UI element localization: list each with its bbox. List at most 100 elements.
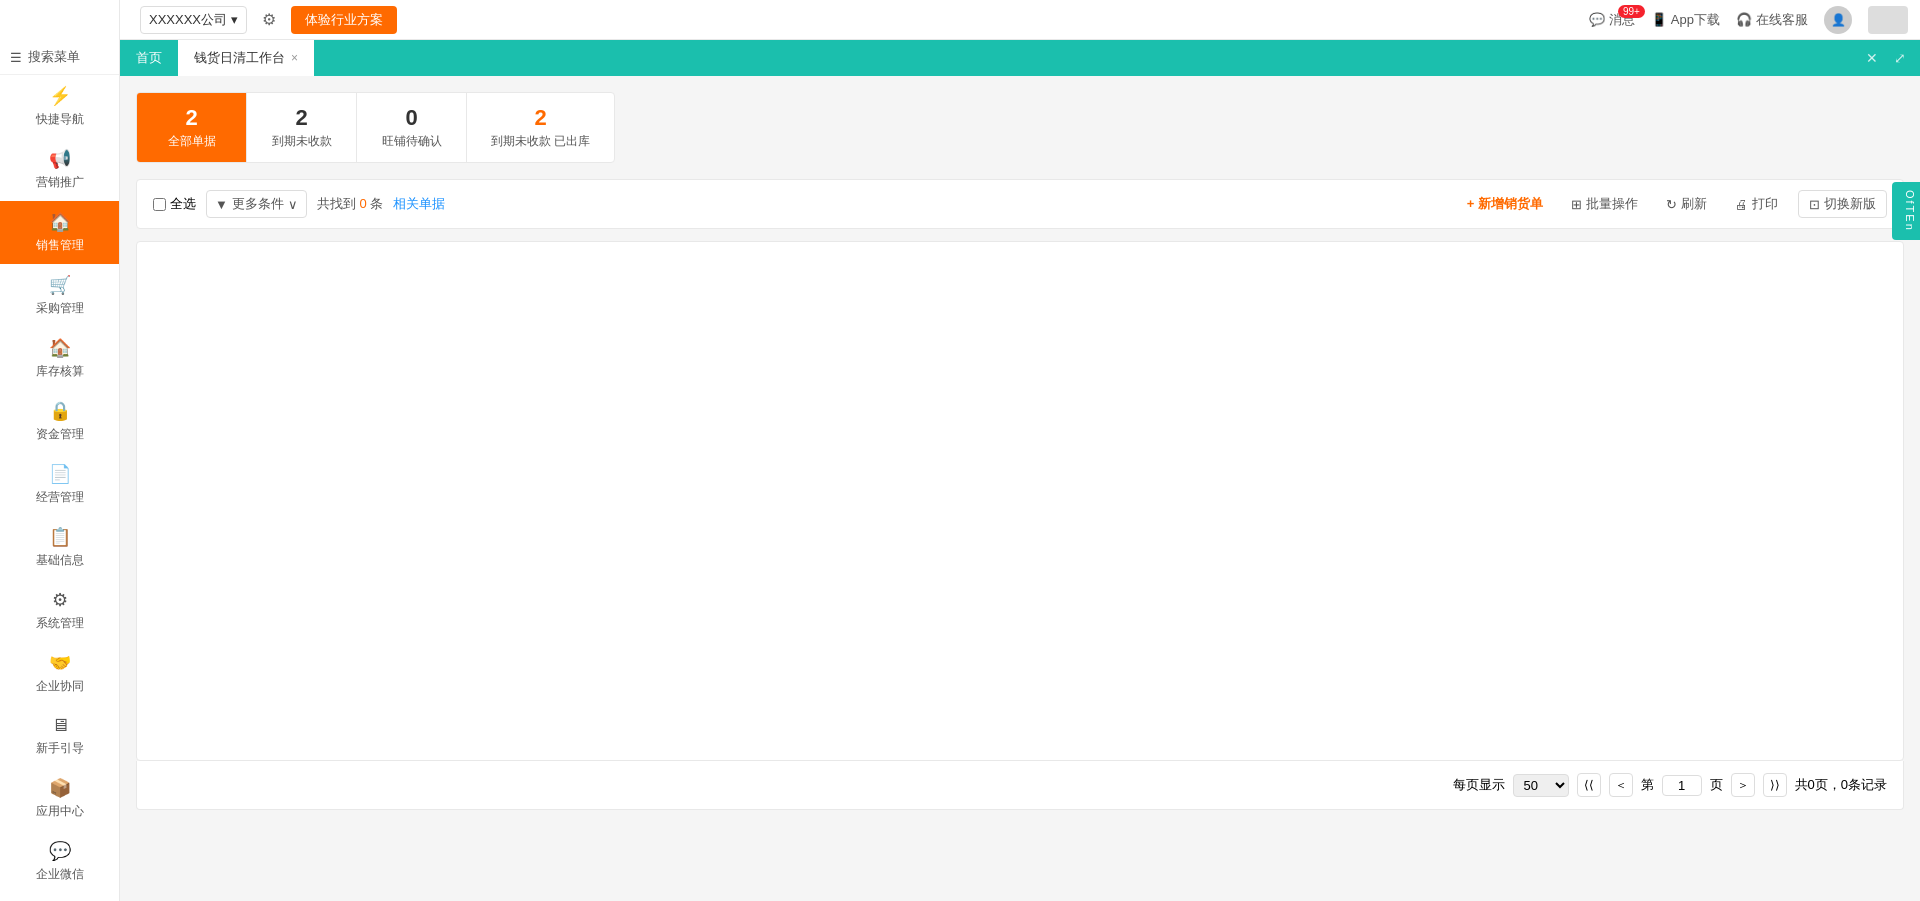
finance-label: 资金管理: [36, 426, 84, 443]
batch-icon: ⊞: [1571, 197, 1582, 212]
sidebar-item-guide[interactable]: 🖥 新手引导: [0, 705, 119, 767]
app-download-label: App下载: [1671, 11, 1720, 29]
prev-page-btn[interactable]: ＜: [1609, 773, 1633, 797]
company-selector[interactable]: XXXXXX公司 ▾: [140, 6, 247, 34]
inventory-icon: 🏠: [49, 337, 71, 359]
stat-tab-all[interactable]: 2 全部单据: [137, 93, 247, 162]
sidebar-item-purchase[interactable]: 🛒 采购管理: [0, 264, 119, 327]
message-icon: 💬: [1589, 12, 1605, 27]
enterprise-icon: 🤝: [49, 652, 71, 674]
sidebar-item-inventory[interactable]: 🏠 库存核算: [0, 327, 119, 390]
online-service-action[interactable]: 🎧 在线客服: [1736, 11, 1808, 29]
select-all-checkbox[interactable]: 全选: [153, 195, 196, 213]
switch-button[interactable]: ⊡ 切换新版: [1798, 190, 1887, 218]
batch-label: 批量操作: [1586, 195, 1638, 213]
stat-tab-due-unpaid[interactable]: 2 到期未收款: [247, 93, 357, 162]
refresh-icon: ↻: [1666, 197, 1677, 212]
home-tab[interactable]: 首页: [120, 40, 178, 76]
stat-num-all: 2: [161, 105, 222, 131]
sidebar-item-member[interactable]: V 畅会员: [0, 893, 119, 901]
first-page-btn[interactable]: ⟨⟨: [1577, 773, 1601, 797]
result-unit: 条: [370, 196, 383, 211]
page-input[interactable]: [1662, 775, 1702, 796]
sidebar-item-basic-info[interactable]: 📋 基础信息: [0, 516, 119, 579]
stat-label-wangpu: 旺铺待确认: [381, 133, 442, 150]
system-label: 系统管理: [36, 615, 84, 632]
next-page-btn[interactable]: ＞: [1731, 773, 1755, 797]
app-download-action[interactable]: 📱 App下载: [1651, 11, 1720, 29]
stat-label-all: 全部单据: [161, 133, 222, 150]
sidebar: ☰ 搜索菜单 ⚡ 快捷导航 📢 营销推广 🏠 销售管理 🛒 采购管理 🏠 库存核…: [0, 0, 120, 901]
quick-nav-icon: ⚡: [49, 85, 71, 107]
toolbar-left: 全选 ▼ 更多条件 ∨ 共找到 0 条 相关单据: [153, 190, 1447, 218]
settings-icon[interactable]: ⚙: [255, 6, 283, 34]
page-label-suffix: 页: [1710, 776, 1723, 794]
result-text: 共找到 0 条: [317, 195, 383, 213]
related-link[interactable]: 相关单据: [393, 195, 445, 213]
sales-icon: 🏠: [49, 211, 71, 233]
company-name: XXXXXX公司: [149, 11, 227, 29]
select-all-label: 全选: [170, 195, 196, 213]
header-right: 💬 消息 99+ 📱 App下载 🎧 在线客服 👤: [1589, 6, 1908, 34]
per-page-label: 每页显示: [1453, 776, 1505, 794]
wechat-label: 企业微信: [36, 866, 84, 883]
main-content: 2 全部单据 2 到期未收款 0 旺铺待确认 2 到期未收款 已出库 全选 ▼ …: [120, 76, 1920, 901]
avatar[interactable]: 👤: [1824, 6, 1852, 34]
add-button[interactable]: + 新增销货单: [1459, 191, 1551, 217]
experience-button[interactable]: 体验行业方案: [291, 6, 397, 34]
stat-label-due-unpaid: 到期未收款: [271, 133, 332, 150]
batch-button[interactable]: ⊞ 批量操作: [1563, 191, 1646, 217]
sidebar-item-sales[interactable]: 🏠 销售管理: [0, 201, 119, 264]
stat-num-due-out: 2: [491, 105, 590, 131]
minimize-btn[interactable]: ✕: [1860, 46, 1884, 70]
sidebar-item-finance[interactable]: 🔒 资金管理: [0, 390, 119, 453]
refresh-button[interactable]: ↻ 刷新: [1658, 191, 1715, 217]
refresh-label: 刷新: [1681, 195, 1707, 213]
last-page-btn[interactable]: ⟩⟩: [1763, 773, 1787, 797]
maximize-btn[interactable]: ⤢: [1888, 46, 1912, 70]
stat-tab-wangpu[interactable]: 0 旺铺待确认: [357, 93, 467, 162]
close-tab-icon[interactable]: ×: [291, 51, 298, 65]
switch-icon: ⊡: [1809, 197, 1820, 212]
basic-info-label: 基础信息: [36, 552, 84, 569]
sales-label: 销售管理: [36, 237, 84, 254]
guide-label: 新手引导: [36, 740, 84, 757]
page-size-select[interactable]: 50 100 200: [1513, 774, 1569, 797]
search-menu[interactable]: ☰ 搜索菜单: [0, 40, 119, 75]
filter-icon: ▼: [215, 197, 228, 212]
sidebar-item-quick-nav[interactable]: ⚡ 快捷导航: [0, 75, 119, 138]
active-tab[interactable]: 钱货日清工作台 ×: [178, 40, 314, 76]
filter-label: 更多条件: [232, 195, 284, 213]
filter-button[interactable]: ▼ 更多条件 ∨: [206, 190, 307, 218]
message-badge: 99+: [1618, 5, 1645, 18]
purchase-icon: 🛒: [49, 274, 71, 296]
app-center-label: 应用中心: [36, 803, 84, 820]
search-icon: ☰: [10, 50, 22, 65]
home-tab-label: 首页: [136, 49, 162, 67]
print-label: 打印: [1752, 195, 1778, 213]
sidebar-item-marketing[interactable]: 📢 营销推广: [0, 138, 119, 201]
finance-icon: 🔒: [49, 400, 71, 422]
headset-icon: 🎧: [1736, 12, 1752, 27]
pagination-bar: 每页显示 50 100 200 ⟨⟨ ＜ 第 页 ＞ ⟩⟩ 共0页，0条记录: [136, 761, 1904, 810]
result-prefix: 共找到: [317, 196, 356, 211]
stat-label-due-out: 到期未收款 已出库: [491, 133, 590, 150]
sidebar-item-operation[interactable]: 📄 经营管理: [0, 453, 119, 516]
toolbar: 全选 ▼ 更多条件 ∨ 共找到 0 条 相关单据 + 新增销货单 ⊞ 批量操作 …: [136, 179, 1904, 229]
stat-tab-due-out[interactable]: 2 到期未收款 已出库: [467, 93, 614, 162]
nav-tabs-bar: 首页 钱货日清工作台 × ✕ ⤢: [120, 40, 1920, 76]
message-action[interactable]: 💬 消息 99+: [1589, 11, 1635, 29]
sidebar-item-app-center[interactable]: 📦 应用中心: [0, 767, 119, 830]
switch-label: 切换新版: [1824, 195, 1876, 213]
sidebar-item-wechat[interactable]: 💬 企业微信: [0, 830, 119, 893]
enterprise-label: 企业协同: [36, 678, 84, 695]
often-tag[interactable]: OfTEn: [1892, 182, 1920, 240]
nav-tab-actions: ✕ ⤢: [1860, 40, 1920, 76]
print-button[interactable]: 🖨 打印: [1727, 191, 1786, 217]
online-service-label: 在线客服: [1756, 11, 1808, 29]
sidebar-item-enterprise[interactable]: 🤝 企业协同: [0, 642, 119, 705]
user-menu[interactable]: [1868, 6, 1908, 34]
sidebar-item-system[interactable]: ⚙ 系统管理: [0, 579, 119, 642]
print-icon: 🖨: [1735, 197, 1748, 212]
select-all-input[interactable]: [153, 198, 166, 211]
